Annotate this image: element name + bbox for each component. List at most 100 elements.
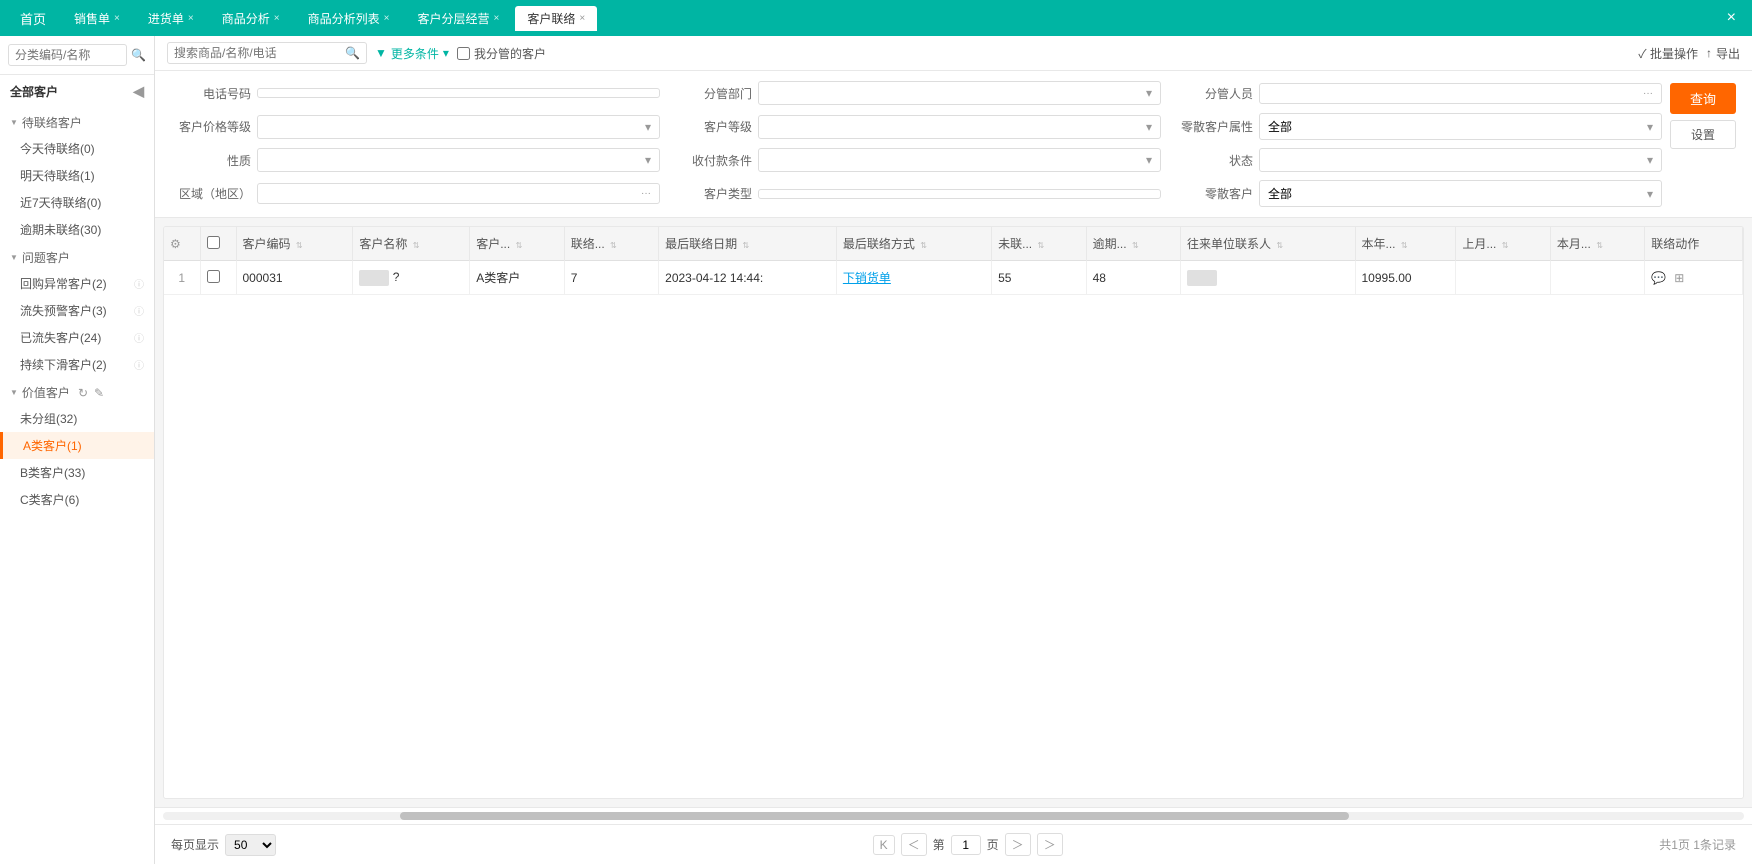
- dept-select[interactable]: ▾: [758, 81, 1161, 105]
- sidebar-item-unclassified[interactable]: 未分组(32): [0, 405, 154, 432]
- tab-product-analysis-list[interactable]: 商品分析列表 ×: [296, 6, 402, 31]
- sort-last-date[interactable]: ⇅: [743, 241, 750, 250]
- table-gear-icon[interactable]: ⚙: [170, 237, 181, 251]
- close-tab-analysis[interactable]: ×: [274, 13, 280, 24]
- content-area: 🔍 ▼ 更多条件 ▾ 我分管的客户 ✓ 批量操作 ↑ 导出: [155, 36, 1752, 864]
- close-tab-segment[interactable]: ×: [493, 13, 499, 24]
- sidebar-search-icon[interactable]: 🔍: [131, 48, 146, 62]
- row-checkbox[interactable]: [207, 270, 220, 283]
- tab-customer-contact[interactable]: 客户联络 ×: [515, 6, 597, 31]
- sidebar-item-7days-contact[interactable]: 近7天待联络(0): [0, 189, 154, 216]
- edit-value-icon[interactable]: ✎: [94, 386, 104, 400]
- scroll-thumb[interactable]: [400, 812, 1349, 820]
- nature-select[interactable]: ▾: [257, 148, 660, 172]
- data-table: ⚙ 客户编码 ⇅ 客户名称 ⇅: [164, 227, 1743, 295]
- manager-input[interactable]: ···: [1259, 83, 1662, 104]
- settings-button[interactable]: 设置: [1670, 120, 1736, 149]
- sort-this-month[interactable]: ⇅: [1596, 241, 1603, 250]
- sidebar-item-a-class[interactable]: A类客户(1): [0, 432, 154, 459]
- search-box[interactable]: 🔍: [167, 42, 367, 64]
- sidebar-item-overdue-contact[interactable]: 逾期未联络(30): [0, 216, 154, 243]
- sidebar-item-declining[interactable]: 持续下滑客户(2) ⓘ: [0, 351, 154, 378]
- tab-product-analysis[interactable]: 商品分析 ×: [210, 6, 292, 31]
- payment-select[interactable]: ▾: [758, 148, 1161, 172]
- cell-num: 1: [164, 261, 200, 295]
- export-icon: ↑: [1706, 46, 1712, 60]
- status-select[interactable]: ▾: [1259, 148, 1662, 172]
- sidebar-item-b-class[interactable]: B类客户(33): [0, 459, 154, 486]
- cell-checkbox: [200, 261, 236, 295]
- page-size-select[interactable]: 50 100 200: [225, 834, 276, 856]
- search-icon[interactable]: 🔍: [345, 46, 360, 60]
- my-customers-checkbox[interactable]: 我分管的客户: [457, 45, 546, 62]
- my-customers-check[interactable]: [457, 47, 470, 60]
- tab-purchase-order[interactable]: 进货单 ×: [136, 6, 206, 31]
- close-window-button[interactable]: ×: [1719, 5, 1744, 31]
- close-tab-purchase[interactable]: ×: [188, 13, 194, 24]
- home-tab[interactable]: 首页: [8, 5, 58, 32]
- col-last-month: 上月... ⇅: [1456, 227, 1550, 261]
- prev-page-btn[interactable]: ＜: [901, 833, 927, 856]
- query-button[interactable]: 查询: [1670, 83, 1736, 114]
- last-method-link[interactable]: 下销货单: [843, 271, 891, 285]
- sort-code[interactable]: ⇅: [296, 241, 303, 250]
- close-tab-contact[interactable]: ×: [579, 13, 585, 24]
- refresh-value-icon[interactable]: ↻: [78, 386, 88, 400]
- field-manager: 分管人员 ···: [1173, 83, 1662, 104]
- cell-action: 💬 ⊞: [1645, 261, 1743, 295]
- retail-customer-select[interactable]: 全部 ▾: [1259, 180, 1662, 207]
- tab-sales-order[interactable]: 销售单 ×: [62, 6, 132, 31]
- close-tab-analysis-list[interactable]: ×: [384, 13, 390, 24]
- customer-type-input[interactable]: [758, 189, 1161, 199]
- customer-level-select[interactable]: ▾: [758, 115, 1161, 139]
- sidebar-item-lost[interactable]: 已流失客户(24) ⓘ: [0, 324, 154, 351]
- page-nav-area: K ＜ 第 页 ＞ ＞: [873, 833, 1063, 856]
- sidebar-item-tomorrow-contact[interactable]: 明天待联络(1): [0, 162, 154, 189]
- sort-overdue[interactable]: ⇅: [1132, 241, 1139, 250]
- col-no-contact: 未联... ⇅: [992, 227, 1086, 261]
- sort-type[interactable]: ⇅: [516, 241, 523, 250]
- sidebar-item-abnormal-repurchase[interactable]: 回购异常客户(2) ⓘ: [0, 270, 154, 297]
- sort-contact[interactable]: ⇅: [610, 241, 617, 250]
- page-number-input[interactable]: [951, 835, 981, 855]
- retail-attr-select[interactable]: 全部 ▾: [1259, 113, 1662, 140]
- sort-last-month[interactable]: ⇅: [1502, 241, 1509, 250]
- sidebar-all-customers[interactable]: 全部客户 ◀: [0, 75, 154, 108]
- export-btn[interactable]: ↑ 导出: [1706, 45, 1740, 62]
- sort-last-method[interactable]: ⇅: [920, 241, 927, 250]
- col-year-amt: 本年... ⇅: [1355, 227, 1456, 261]
- sort-name[interactable]: ⇅: [413, 241, 420, 250]
- sort-contact-person[interactable]: ⇅: [1276, 241, 1283, 250]
- field-dept: 分管部门 ▾: [672, 81, 1161, 105]
- tab-customer-segment[interactable]: 客户分层经营 ×: [405, 6, 511, 31]
- message-icon[interactable]: 💬: [1651, 271, 1666, 285]
- section-waiting-contact[interactable]: ▼ 待联络客户: [0, 108, 154, 135]
- last-page-btn[interactable]: ＞: [1037, 833, 1063, 856]
- sidebar-search-input[interactable]: [8, 44, 127, 66]
- region-input[interactable]: ···: [257, 183, 660, 204]
- qr-icon[interactable]: ⊞: [1674, 271, 1684, 285]
- section-value-customers[interactable]: ▼ 价值客户 ↻ ✎: [0, 378, 154, 405]
- batch-op-btn[interactable]: ✓ 批量操作: [1638, 45, 1698, 62]
- cell-overdue: 48: [1086, 261, 1180, 295]
- manager-dots[interactable]: ···: [1643, 88, 1653, 99]
- close-tab-sales[interactable]: ×: [114, 13, 120, 24]
- sidebar-item-c-class[interactable]: C类客户(6): [0, 486, 154, 513]
- cell-type: A类客户: [470, 261, 564, 295]
- sort-year-amt[interactable]: ⇅: [1401, 241, 1408, 250]
- price-level-select[interactable]: ▾: [257, 115, 660, 139]
- search-input[interactable]: [174, 46, 341, 60]
- region-dots[interactable]: ···: [641, 188, 651, 199]
- sort-no-contact[interactable]: ⇅: [1037, 241, 1044, 250]
- sidebar-collapse-icon[interactable]: ◀: [133, 83, 144, 100]
- sidebar-item-loss-warning[interactable]: 流失预警客户(3) ⓘ: [0, 297, 154, 324]
- retail-customer-caret: ▾: [1647, 187, 1653, 201]
- sidebar-item-today-contact[interactable]: 今天待联络(0): [0, 135, 154, 162]
- first-page-btn[interactable]: K: [873, 835, 895, 855]
- more-conditions-btn[interactable]: ▼ 更多条件 ▾: [375, 45, 449, 62]
- select-all-checkbox[interactable]: [207, 236, 220, 249]
- expand-value-icon: ▼: [10, 388, 18, 397]
- section-problem-customers[interactable]: ▼ 问题客户: [0, 243, 154, 270]
- phone-input[interactable]: [257, 88, 660, 98]
- next-page-btn[interactable]: ＞: [1005, 833, 1031, 856]
